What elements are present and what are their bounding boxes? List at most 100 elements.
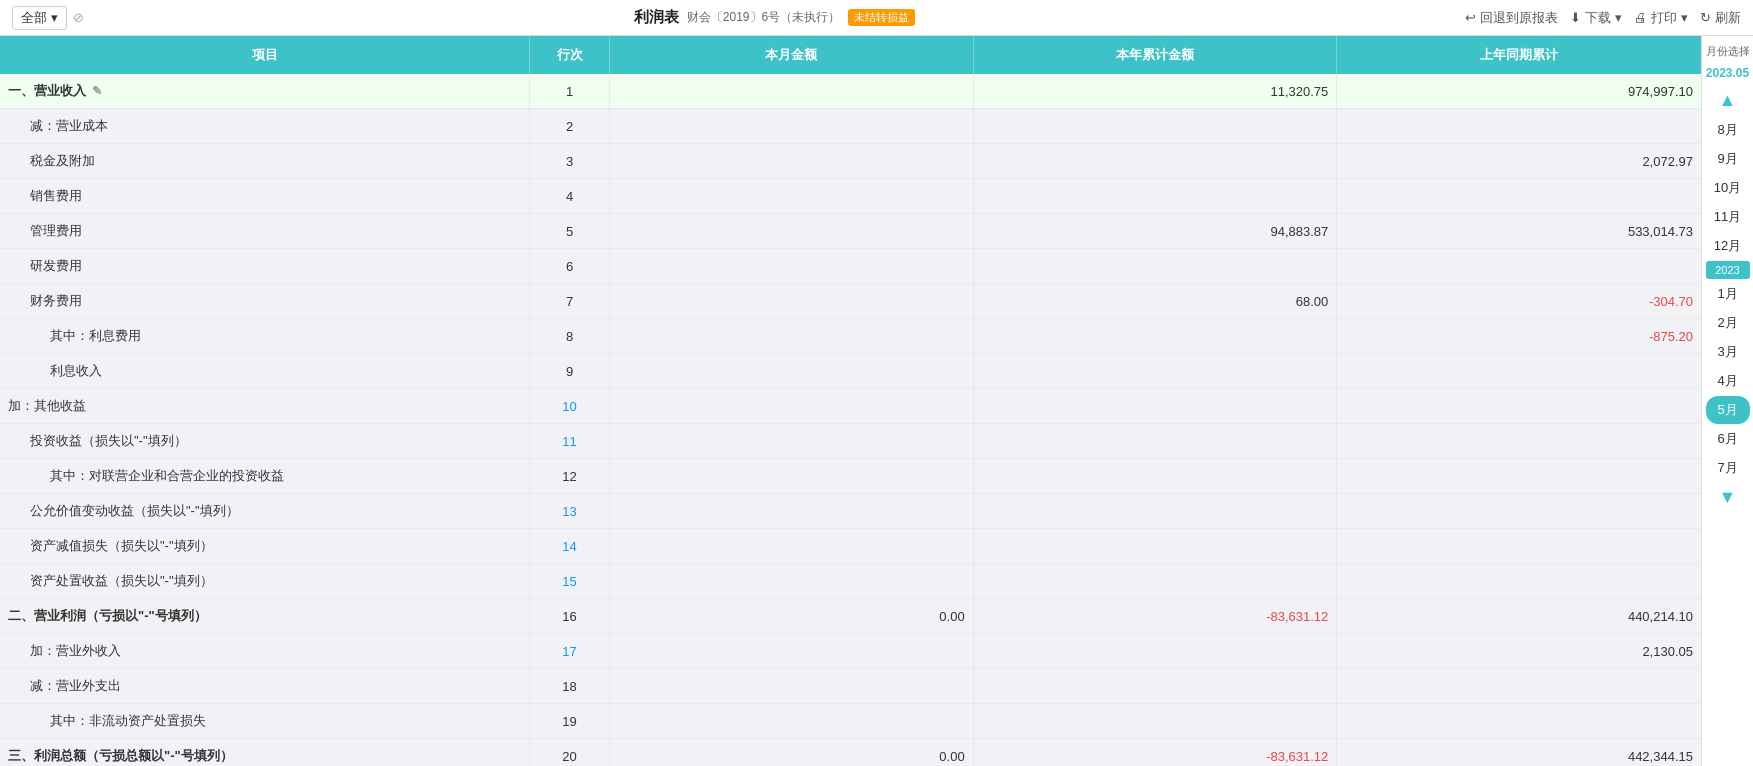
dropdown-chevron-icon: ▾ (51, 10, 58, 25)
month-item[interactable]: 9月 (1706, 145, 1750, 173)
item-name-text: 减：营业成本 (30, 117, 108, 135)
month-amount-cell (610, 634, 974, 668)
item-name-text: 研发费用 (30, 257, 82, 275)
last-year-amount-cell (1337, 494, 1701, 528)
header-row: 行次 (530, 36, 610, 74)
item-name-text: 三、利润总额（亏损总额以"-"号填列） (8, 747, 233, 765)
prev-arrow[interactable]: ▲ (1715, 86, 1741, 115)
edit-icon[interactable]: ✎ (92, 84, 102, 98)
month-amount-cell: 0.00 (610, 599, 974, 633)
month-list: 8月9月10月11月12月20231月2月3月4月5月6月7月 (1706, 115, 1750, 483)
next-arrow[interactable]: ▼ (1715, 483, 1741, 512)
row-num-cell[interactable]: 13 (530, 494, 610, 528)
last-year-amount-cell: 440,214.10 (1337, 599, 1701, 633)
year-amount-cell (974, 424, 1338, 458)
month-amount-cell (610, 494, 974, 528)
year-amount-cell (974, 319, 1338, 353)
header-last-year: 上年同期累计 (1337, 36, 1701, 74)
month-item[interactable]: 8月 (1706, 116, 1750, 144)
item-name-cell: 利息收入 (0, 354, 530, 388)
item-name-cell: 销售费用 (0, 179, 530, 213)
row-num-cell: 1 (530, 74, 610, 108)
table-row: 资产减值损失（损失以"-"填列） 14 (0, 529, 1701, 564)
row-num-cell[interactable]: 11 (530, 424, 610, 458)
item-name-cell: 减：营业成本 (0, 109, 530, 143)
month-item[interactable]: 11月 (1706, 203, 1750, 231)
dropdown-label: 全部 (21, 9, 47, 27)
row-num-cell: 5 (530, 214, 610, 248)
refresh-button[interactable]: ↻ 刷新 (1700, 9, 1741, 27)
row-num-cell: 7 (530, 284, 610, 318)
month-item[interactable]: 10月 (1706, 174, 1750, 202)
item-name-cell: 加：营业外收入 (0, 634, 530, 668)
year-amount-cell (974, 564, 1338, 598)
table-row: 公允价值变动收益（损失以"-"填列） 13 (0, 494, 1701, 529)
month-amount-cell (610, 284, 974, 318)
table-row: 一、营业收入✎ 1 11,320.75 974,997.10 (0, 74, 1701, 109)
month-amount-cell (610, 144, 974, 178)
month-item[interactable]: 12月 (1706, 232, 1750, 260)
item-name-cell: 其中：对联营企业和合营企业的投资收益 (0, 459, 530, 493)
item-name-text: 其中：利息费用 (50, 327, 141, 345)
row-num-cell[interactable]: 15 (530, 564, 610, 598)
last-year-amount-cell: 442,344.15 (1337, 739, 1701, 766)
table-row: 二、营业利润（亏损以"-"号填列） 16 0.00 -83,631.12 440… (0, 599, 1701, 634)
row-num-cell[interactable]: 14 (530, 529, 610, 563)
row-num-cell[interactable]: 17 (530, 634, 610, 668)
month-item[interactable]: 4月 (1706, 367, 1750, 395)
last-year-amount-cell (1337, 249, 1701, 283)
month-item[interactable]: 3月 (1706, 338, 1750, 366)
last-year-amount-cell (1337, 704, 1701, 738)
status-badge[interactable]: 未结转损益 (848, 9, 915, 26)
table-row: 销售费用 4 (0, 179, 1701, 214)
year-amount-cell (974, 249, 1338, 283)
right-sidebar: 月份选择 2023.05 ▲ 8月9月10月11月12月20231月2月3月4月… (1701, 36, 1753, 766)
last-year-amount-cell (1337, 179, 1701, 213)
year-amount-cell: -83,631.12 (974, 599, 1338, 633)
month-item[interactable]: 5月 (1706, 396, 1750, 424)
table-row: 其中：非流动资产处置损失 19 (0, 704, 1701, 739)
print-button[interactable]: 🖨 打印 ▾ (1634, 9, 1688, 27)
last-year-amount-cell: 533,014.73 (1337, 214, 1701, 248)
month-item[interactable]: 2023 (1706, 261, 1750, 279)
month-amount-cell (610, 249, 974, 283)
month-amount-cell (610, 319, 974, 353)
year-amount-cell: 11,320.75 (974, 74, 1338, 108)
month-item[interactable]: 6月 (1706, 425, 1750, 453)
all-dropdown[interactable]: 全部 ▾ (12, 6, 67, 30)
year-amount-cell (974, 144, 1338, 178)
table-row: 减：营业成本 2 (0, 109, 1701, 144)
last-year-amount-cell: -875.20 (1337, 319, 1701, 353)
download-icon: ⬇ (1570, 10, 1581, 25)
doc-info: 财会〔2019〕6号（未执行） (687, 9, 840, 26)
row-num-cell[interactable]: 10 (530, 389, 610, 423)
table-row: 减：营业外支出 18 (0, 669, 1701, 704)
item-name-cell: 三、利润总额（亏损总额以"-"号填列） (0, 739, 530, 766)
download-button[interactable]: ⬇ 下载 ▾ (1570, 9, 1622, 27)
year-display: 2023.05 (1704, 62, 1751, 86)
month-item[interactable]: 1月 (1706, 280, 1750, 308)
item-name-text: 其中：对联营企业和合营企业的投资收益 (50, 467, 284, 485)
month-select-title: 月份选择 (1704, 40, 1752, 62)
print-icon: 🖨 (1634, 10, 1647, 25)
back-button[interactable]: ↩ 回退到原报表 (1465, 9, 1558, 27)
item-name-text: 财务费用 (30, 292, 82, 310)
help-icon[interactable]: ⊘ (73, 10, 84, 25)
page-title: 利润表 (634, 8, 679, 27)
item-name-cell: 加：其他收益 (0, 389, 530, 423)
table-row: 其中：利息费用 8 -875.20 (0, 319, 1701, 354)
row-num-cell: 12 (530, 459, 610, 493)
month-item[interactable]: 2月 (1706, 309, 1750, 337)
month-item[interactable]: 7月 (1706, 454, 1750, 482)
item-name-cell: 研发费用 (0, 249, 530, 283)
table-row: 利息收入 9 (0, 354, 1701, 389)
month-amount-cell (610, 424, 974, 458)
item-name-text: 一、营业收入 (8, 82, 86, 100)
month-amount-cell (610, 529, 974, 563)
row-num-cell: 18 (530, 669, 610, 703)
row-num-cell: 19 (530, 704, 610, 738)
month-amount-cell (610, 354, 974, 388)
item-name-cell: 财务费用 (0, 284, 530, 318)
month-amount-cell: 0.00 (610, 739, 974, 766)
item-name-cell: 其中：非流动资产处置损失 (0, 704, 530, 738)
